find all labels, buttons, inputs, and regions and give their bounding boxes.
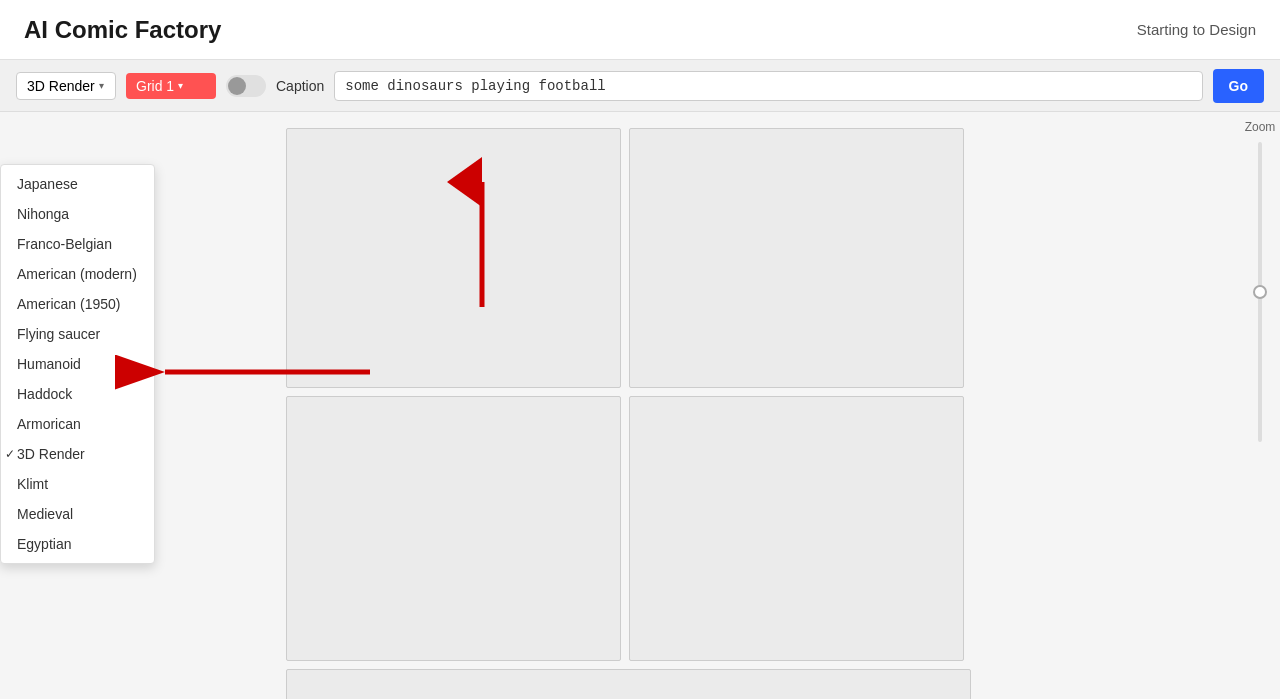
grid-dropdown-label: Grid 1 bbox=[136, 78, 174, 94]
header: AI Comic Factory Starting to Design bbox=[0, 0, 1280, 60]
panel-top-right bbox=[629, 128, 964, 388]
dropdown-item-label-klimt: Klimt bbox=[17, 476, 48, 492]
dropdown-item-nihonga[interactable]: Nihonga bbox=[1, 199, 154, 229]
dropdown-item-3d-render[interactable]: ✓3D Render bbox=[1, 439, 154, 469]
grid-dropdown[interactable]: Grid 1 ▾ bbox=[126, 73, 216, 99]
caption-label: Caption bbox=[276, 78, 324, 94]
zoom-label: Zoom bbox=[1245, 120, 1276, 134]
dropdown-item-humanoid[interactable]: Humanoid bbox=[1, 349, 154, 379]
dropdown-item-haddock[interactable]: Haddock bbox=[1, 379, 154, 409]
dropdown-item-label-3d-render: 3D Render bbox=[17, 446, 85, 462]
dropdown-item-label-japanese: Japanese bbox=[17, 176, 78, 192]
dropdown-item-label-egyptian: Egyptian bbox=[17, 536, 71, 552]
dropdown-item-label-american-modern: American (modern) bbox=[17, 266, 137, 282]
style-dropdown[interactable]: 3D Render ▾ bbox=[16, 72, 116, 100]
dropdown-item-japanese[interactable]: Japanese bbox=[1, 169, 154, 199]
dropdown-item-franco-belgian[interactable]: Franco-Belgian bbox=[1, 229, 154, 259]
style-dropdown-label: 3D Render bbox=[27, 78, 95, 94]
style-dropdown-menu: Japanese Nihonga Franco-Belgian American (m… bbox=[0, 164, 155, 564]
dropdown-item-klimt[interactable]: Klimt bbox=[1, 469, 154, 499]
toolbar: 3D Render ▾ Grid 1 ▾ Caption Go bbox=[0, 60, 1280, 112]
panel-top-left bbox=[286, 128, 621, 388]
zoom-thumb[interactable] bbox=[1253, 285, 1267, 299]
dropdown-item-label-haddock: Haddock bbox=[17, 386, 72, 402]
zoom-track[interactable] bbox=[1258, 142, 1262, 442]
caption-toggle[interactable] bbox=[226, 75, 266, 97]
dropdown-item-label-flying-saucer: Flying saucer bbox=[17, 326, 100, 342]
panel-wide bbox=[286, 669, 971, 699]
dropdown-item-label-medieval: Medieval bbox=[17, 506, 73, 522]
panel-bottom-left bbox=[286, 396, 621, 661]
zoom-area: Zoom bbox=[1240, 112, 1280, 699]
panel-bottom-right bbox=[629, 396, 964, 661]
dropdown-item-american-1950[interactable]: American (1950) bbox=[1, 289, 154, 319]
status-text: Starting to Design bbox=[1137, 21, 1256, 38]
dropdown-item-label-american-1950: American (1950) bbox=[17, 296, 121, 312]
dropdown-item-flying-saucer[interactable]: Flying saucer bbox=[1, 319, 154, 349]
dropdown-item-label-franco-belgian: Franco-Belgian bbox=[17, 236, 112, 252]
dropdown-item-egyptian[interactable]: Egyptian bbox=[1, 529, 154, 559]
dropdown-item-label-armorican: Armorican bbox=[17, 416, 81, 432]
main-area: Japanese Nihonga Franco-Belgian American (m… bbox=[0, 112, 1280, 699]
panels-area bbox=[270, 112, 1280, 699]
check-icon: ✓ bbox=[5, 447, 15, 461]
style-chevron-icon: ▾ bbox=[99, 80, 104, 91]
dropdown-item-medieval[interactable]: Medieval bbox=[1, 499, 154, 529]
caption-toggle-container bbox=[226, 75, 266, 97]
go-button[interactable]: Go bbox=[1213, 69, 1264, 103]
app-title: AI Comic Factory bbox=[24, 16, 221, 44]
dropdown-item-label-humanoid: Humanoid bbox=[17, 356, 81, 372]
dropdown-item-armorican[interactable]: Armorican bbox=[1, 409, 154, 439]
dropdown-item-label-nihonga: Nihonga bbox=[17, 206, 69, 222]
caption-input[interactable] bbox=[334, 71, 1202, 101]
grid-chevron-icon: ▾ bbox=[178, 80, 183, 91]
dropdown-item-american-modern[interactable]: American (modern) bbox=[1, 259, 154, 289]
toggle-knob bbox=[228, 77, 246, 95]
